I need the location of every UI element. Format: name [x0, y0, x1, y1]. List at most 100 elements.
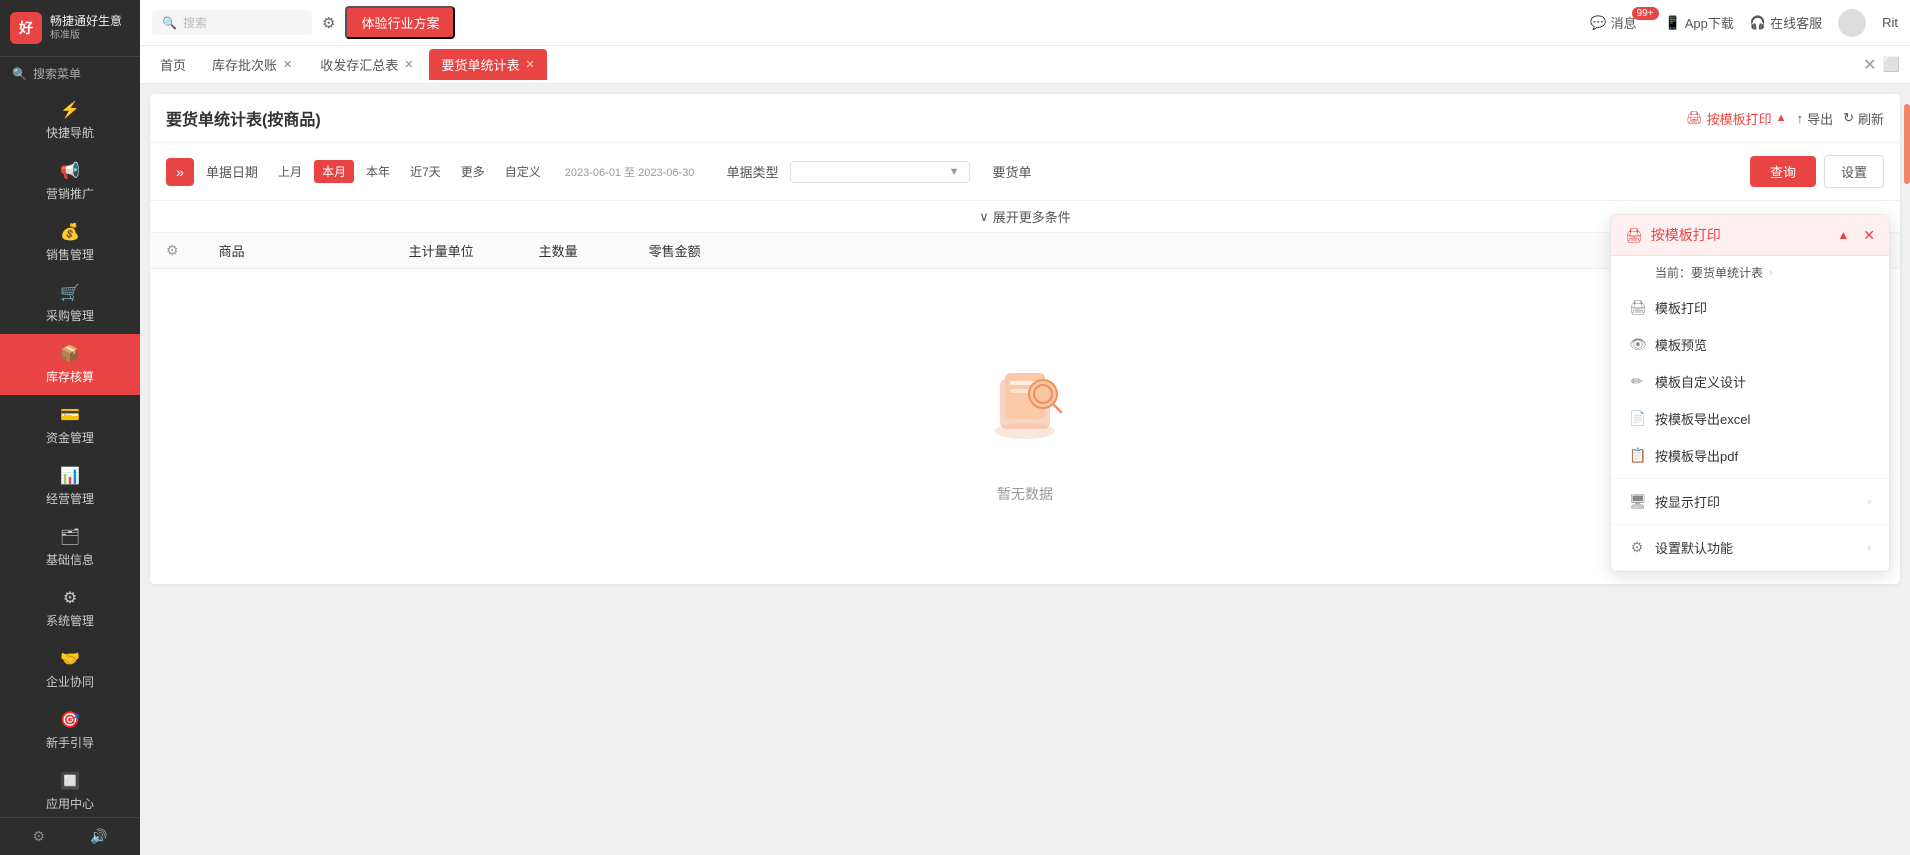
search-icon: 🔍	[12, 67, 27, 81]
printer-icon: 🖨	[1686, 110, 1703, 126]
finance-icon: 💳	[60, 405, 80, 425]
expand-more-label: 展开更多条件	[993, 207, 1071, 226]
refresh-button[interactable]: ↻ 刷新	[1843, 109, 1884, 128]
app-version: 标准版	[50, 29, 122, 42]
sidebar-item-sales[interactable]: 💰 销售管理	[0, 212, 140, 273]
date-btn-custom[interactable]: 自定义	[497, 160, 549, 183]
sidebar-label-system: 系统管理	[46, 612, 94, 629]
dropdown-section-default: ⚙ 设置默认功能 ›	[1611, 525, 1889, 571]
tab-batch-account-close[interactable]: ✕	[283, 58, 292, 71]
sidebar-item-inventory[interactable]: 📦 库存核算	[0, 334, 140, 395]
export-icon: ↑	[1797, 111, 1804, 126]
expand-more-icon: ∨	[979, 209, 989, 225]
sidebar-label-purchase: 采购管理	[46, 307, 94, 324]
sidebar: 好 畅捷通好生意 标准版 🔍 搜索菜单 ⚡ 快捷导航 📢 营销推广 💰 销售管理…	[0, 0, 140, 855]
dropdown-close-icon[interactable]: ✕	[1863, 227, 1875, 244]
dropdown-label-template-excel: 按模板导出excel	[1655, 409, 1871, 428]
date-btn-cur-month[interactable]: 本月	[314, 160, 354, 183]
date-options: 上月 本月 本年 近7天 更多 自定义	[270, 160, 549, 183]
sidebar-label-collab: 企业协同	[46, 673, 94, 690]
page-title: 要货单统计表(按商品)	[166, 106, 321, 130]
page-header-actions: 🖨 按模板打印 ▲ ↑ 导出 ↻ 刷新	[1686, 109, 1884, 128]
sidebar-search[interactable]: 🔍 搜索菜单	[0, 57, 140, 90]
date-range: 2023-06-01 至 2023-06-30	[565, 164, 695, 180]
tab-order-stats-close[interactable]: ✕	[526, 58, 535, 71]
export-button[interactable]: ↑ 导出	[1797, 109, 1834, 128]
topbar-gear-icon[interactable]: ⚙	[322, 14, 335, 32]
sidebar-label-sales: 销售管理	[46, 246, 94, 263]
dropdown-item-template-print[interactable]: 🖨 模板打印	[1611, 289, 1889, 326]
sidebar-item-basic[interactable]: 🗂 基础信息	[0, 517, 140, 578]
doc-type-select[interactable]: ▼	[790, 161, 970, 183]
sidebar-item-purchase[interactable]: 🛒 采购管理	[0, 273, 140, 334]
sidebar-item-quick-nav[interactable]: ⚡ 快捷导航	[0, 90, 140, 151]
dropdown-header: 🖨 按模板打印 ▲ ✕	[1611, 215, 1889, 256]
promo-button[interactable]: 体验行业方案	[345, 6, 455, 39]
footer-speaker-btn[interactable]: 🔊	[90, 828, 107, 845]
dropdown-item-display-print[interactable]: 🖥 按显示打印 ›	[1611, 483, 1889, 520]
sidebar-item-guide[interactable]: 🎯 新手引导	[0, 700, 140, 761]
date-btn-cur-year[interactable]: 本年	[358, 160, 398, 183]
app-download-label: App下载	[1685, 13, 1734, 32]
dropdown-item-set-default[interactable]: ⚙ 设置默认功能 ›	[1611, 529, 1889, 566]
message-icon: 💬	[1590, 15, 1606, 31]
footer-settings-btn[interactable]: ⚙	[33, 828, 46, 845]
sidebar-search-label: 搜索菜单	[33, 65, 81, 82]
headset-icon: 🎧	[1750, 15, 1766, 31]
dropdown-item-template-custom[interactable]: ✏ 模板自定义设计	[1611, 363, 1889, 400]
topbar-search[interactable]: 🔍 搜索	[152, 10, 312, 35]
tab-order-stats[interactable]: 要货单统计表 ✕	[429, 49, 546, 80]
template-print-button[interactable]: 🖨 按模板打印 ▲	[1686, 109, 1786, 128]
tabs-close-all-icon[interactable]: ✕	[1863, 55, 1876, 75]
sidebar-label-guide: 新手引导	[46, 734, 94, 751]
refresh-label: 刷新	[1858, 109, 1884, 128]
query-button[interactable]: 查询	[1750, 156, 1816, 187]
date-btn-prev-month[interactable]: 上月	[270, 160, 310, 183]
refresh-icon: ↻	[1843, 110, 1854, 126]
tab-home-label: 首页	[160, 55, 186, 74]
template-excel-icon: 📄	[1629, 410, 1645, 427]
sidebar-item-apps[interactable]: 🔲 应用中心	[0, 761, 140, 817]
tab-batch-account-label: 库存批次账	[212, 55, 277, 74]
logo-icon: 好	[10, 12, 42, 44]
tabs-maximize-icon[interactable]: ⬜	[1883, 56, 1900, 73]
avatar[interactable]	[1838, 9, 1866, 37]
sidebar-item-finance[interactable]: 💳 资金管理	[0, 395, 140, 456]
dropdown-current-arrow: ›	[1769, 267, 1773, 279]
marketing-icon: 📢	[60, 161, 80, 181]
dropdown-item-template-pdf[interactable]: 📋 按模板导出pdf	[1611, 437, 1889, 474]
date-btn-7days[interactable]: 近7天	[402, 160, 449, 183]
dropdown-collapse-icon[interactable]: ▲	[1837, 228, 1849, 242]
template-pdf-icon: 📋	[1629, 447, 1645, 464]
tab-receipt-summary[interactable]: 收发存汇总表 ✕	[308, 49, 425, 80]
expand-more-btn[interactable]: ∨ 展开更多条件	[979, 207, 1071, 226]
table-settings-icon[interactable]: ⚙	[166, 242, 179, 259]
filter-expand-btn[interactable]: »	[166, 158, 194, 186]
template-print-label: 按模板打印	[1707, 109, 1772, 128]
template-custom-icon: ✏	[1629, 373, 1645, 390]
collab-icon: 🤝	[60, 649, 80, 669]
settings-button[interactable]: 设置	[1824, 155, 1884, 188]
dropdown-item-template-excel[interactable]: 📄 按模板导出excel	[1611, 400, 1889, 437]
sidebar-item-marketing[interactable]: 📢 营销推广	[0, 151, 140, 212]
tab-home[interactable]: 首页	[150, 49, 196, 80]
online-service-label: 在线客服	[1770, 13, 1822, 32]
tab-batch-account[interactable]: 库存批次账 ✕	[200, 49, 304, 80]
sidebar-item-system[interactable]: ⚙ 系统管理	[0, 578, 140, 639]
empty-icon	[975, 349, 1075, 468]
col-unit: 主计量单位	[409, 241, 509, 260]
date-btn-more[interactable]: 更多	[453, 160, 493, 183]
dropdown-item-template-preview[interactable]: 👁 模板预览	[1611, 326, 1889, 363]
tab-receipt-summary-close[interactable]: ✕	[404, 58, 413, 71]
date-label: 单据日期	[206, 162, 258, 181]
message-btn[interactable]: 💬 消息 99+	[1590, 13, 1648, 32]
sidebar-item-operation[interactable]: 📊 经营管理	[0, 456, 140, 517]
sidebar-label-inventory: 库存核算	[46, 368, 94, 385]
online-service-btn[interactable]: 🎧 在线客服	[1750, 13, 1822, 32]
sidebar-label-operation: 经营管理	[46, 490, 94, 507]
page-scrollbar[interactable]	[1904, 84, 1910, 855]
app-download-btn[interactable]: 📱 App下载	[1665, 13, 1734, 32]
dropdown-title: 按模板打印	[1651, 225, 1830, 245]
sidebar-item-collab[interactable]: 🤝 企业协同	[0, 639, 140, 700]
page-content: 要货单统计表(按商品) 🖨 按模板打印 ▲ ↑ 导出 ↻ 刷新	[140, 84, 1910, 855]
